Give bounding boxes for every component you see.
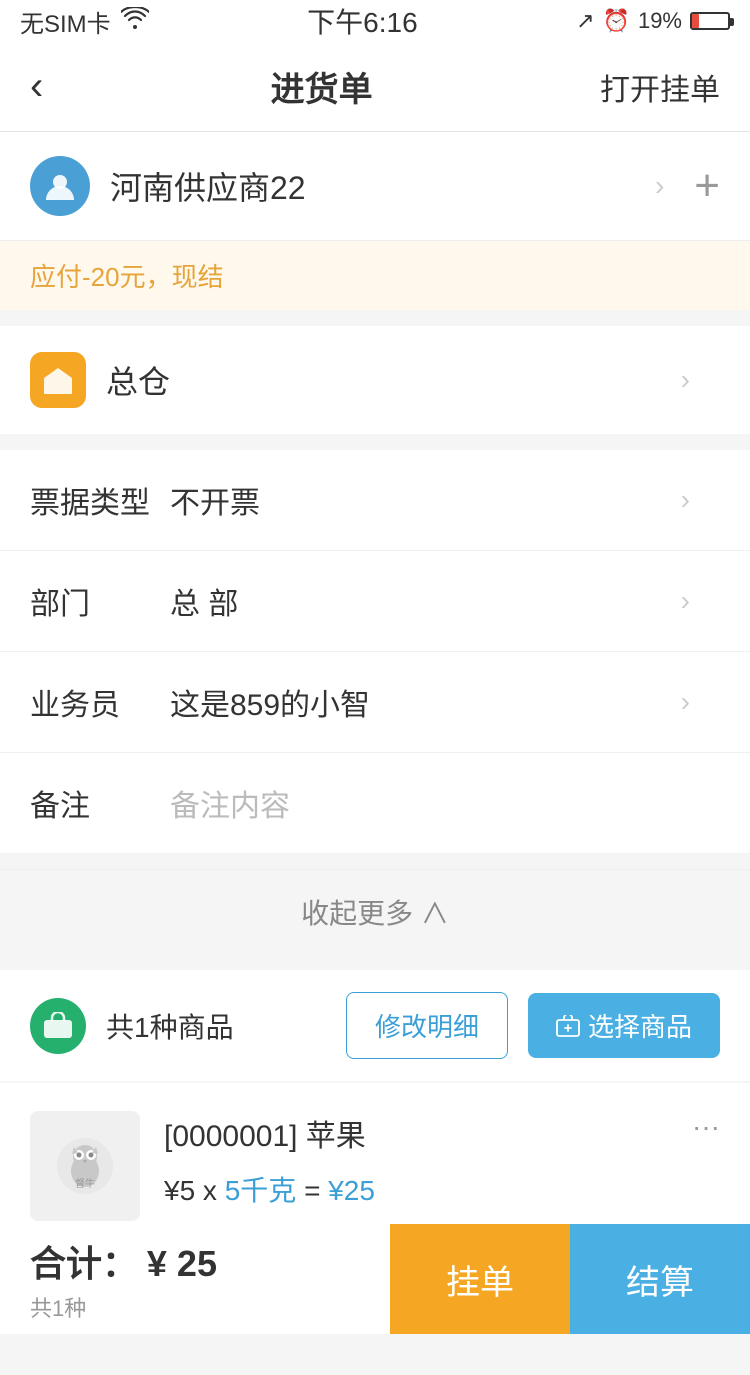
remark-input[interactable]: 备注内容 — [170, 781, 720, 825]
subtotal: ¥25 — [328, 1175, 375, 1206]
dept-value: 总 部 — [170, 579, 681, 623]
product-code: [0000001] — [164, 1120, 306, 1153]
form-card: 票据类型 不开票 › 部门 总 部 › 业务员 这是859的小智 › 备注 备注… — [0, 450, 750, 853]
product-header: 共1种商品 修改明细 选择商品 — [0, 970, 750, 1081]
product-icon — [30, 998, 86, 1054]
invoice-chevron-icon: › — [681, 484, 690, 516]
warehouse-icon — [30, 352, 86, 408]
total-value: ¥ 25 — [147, 1243, 217, 1284]
supplier-card: 河南供应商22 › + 应付-20元，现结 — [0, 132, 750, 310]
network-label: 无SIM卡 — [20, 4, 111, 39]
main-content: 河南供应商22 › + 应付-20元，现结 总仓 › 票据类型 不开票 › 部门… — [0, 132, 750, 1375]
sales-label: 业务员 — [30, 680, 170, 724]
supplier-row: 河南供应商22 › + — [0, 132, 750, 241]
collapse-bar[interactable]: 收起更多 ∧ — [0, 869, 750, 954]
dept-row[interactable]: 部门 总 部 › — [0, 551, 750, 652]
supplier-chevron-icon: › — [655, 170, 664, 202]
supplier-selector[interactable]: 河南供应商22 — [30, 156, 655, 216]
wifi-icon — [121, 7, 149, 36]
checkout-button[interactable]: 结算 — [570, 1224, 750, 1334]
nav-bar: ‹ 进货单 打开挂单 — [0, 42, 750, 132]
dept-label: 部门 — [30, 579, 170, 623]
status-bar: 无SIM卡 下午6:16 ↗ ⏰ 19% — [0, 0, 750, 42]
invoice-row[interactable]: 票据类型 不开票 › — [0, 450, 750, 551]
status-right: ↗ ⏰ 19% — [576, 8, 730, 34]
back-button[interactable]: ‹ — [30, 64, 43, 109]
battery-icon — [690, 12, 730, 30]
notice-bar: 应付-20元，现结 — [0, 241, 750, 310]
status-time: 下午6:16 — [307, 1, 418, 41]
product-title: 苹果 — [306, 1120, 366, 1153]
svg-text:督牛: 督牛 — [75, 1177, 95, 1190]
remark-label: 备注 — [30, 781, 170, 825]
sales-value: 这是859的小智 — [170, 680, 681, 724]
remark-row[interactable]: 备注 备注内容 — [0, 753, 750, 853]
edit-detail-button[interactable]: 修改明细 — [346, 992, 508, 1059]
page-title: 进货单 — [271, 62, 373, 111]
product-info: [0000001] 苹果 ¥5 x 5千克 = ¥25 — [164, 1111, 668, 1209]
warehouse-chevron-icon: › — [681, 364, 690, 396]
invoice-value: 不开票 — [170, 478, 681, 522]
warehouse-row[interactable]: 总仓 › — [0, 326, 750, 434]
quantity: 5千克 — [225, 1175, 297, 1206]
total-amount: 合计： ¥ 25 — [30, 1235, 360, 1287]
product-menu-button[interactable]: ··· — [692, 1111, 720, 1143]
add-supplier-button[interactable]: + — [694, 161, 720, 211]
status-left: 无SIM卡 — [20, 4, 149, 39]
location-icon: ↗ — [576, 8, 594, 34]
open-pending-button[interactable]: 打开挂单 — [600, 65, 720, 109]
equals: = — [304, 1175, 328, 1206]
select-product-label: 选择商品 — [588, 1007, 692, 1044]
unit-price: ¥5 x — [164, 1175, 225, 1206]
product-price-line: ¥5 x 5千克 = ¥25 — [164, 1169, 668, 1209]
dept-chevron-icon: › — [681, 585, 690, 617]
battery-percent: 19% — [638, 8, 682, 34]
bottom-bar: 合计： ¥ 25 共1种 挂单 结算 — [0, 1224, 750, 1334]
supplier-name: 河南供应商22 — [110, 163, 306, 209]
sales-row[interactable]: 业务员 这是859的小智 › — [0, 652, 750, 753]
alarm-icon: ⏰ — [603, 8, 630, 34]
product-count: 共1种商品 — [106, 1006, 326, 1046]
total-sub: 共1种 — [30, 1291, 360, 1323]
product-name: [0000001] 苹果 — [164, 1111, 668, 1155]
supplier-avatar — [30, 156, 90, 216]
select-product-button[interactable]: 选择商品 — [528, 993, 720, 1058]
warehouse-name: 总仓 — [106, 357, 681, 403]
hang-button[interactable]: 挂单 — [390, 1224, 570, 1334]
total-label: 合计： — [30, 1243, 138, 1284]
product-thumbnail: 督牛 — [30, 1111, 140, 1221]
spacer — [0, 954, 750, 970]
sales-chevron-icon: › — [681, 686, 690, 718]
total-section: 合计： ¥ 25 共1种 — [0, 1225, 390, 1333]
collapse-label: 收起更多 ∧ — [301, 898, 449, 929]
invoice-label: 票据类型 — [30, 478, 170, 522]
